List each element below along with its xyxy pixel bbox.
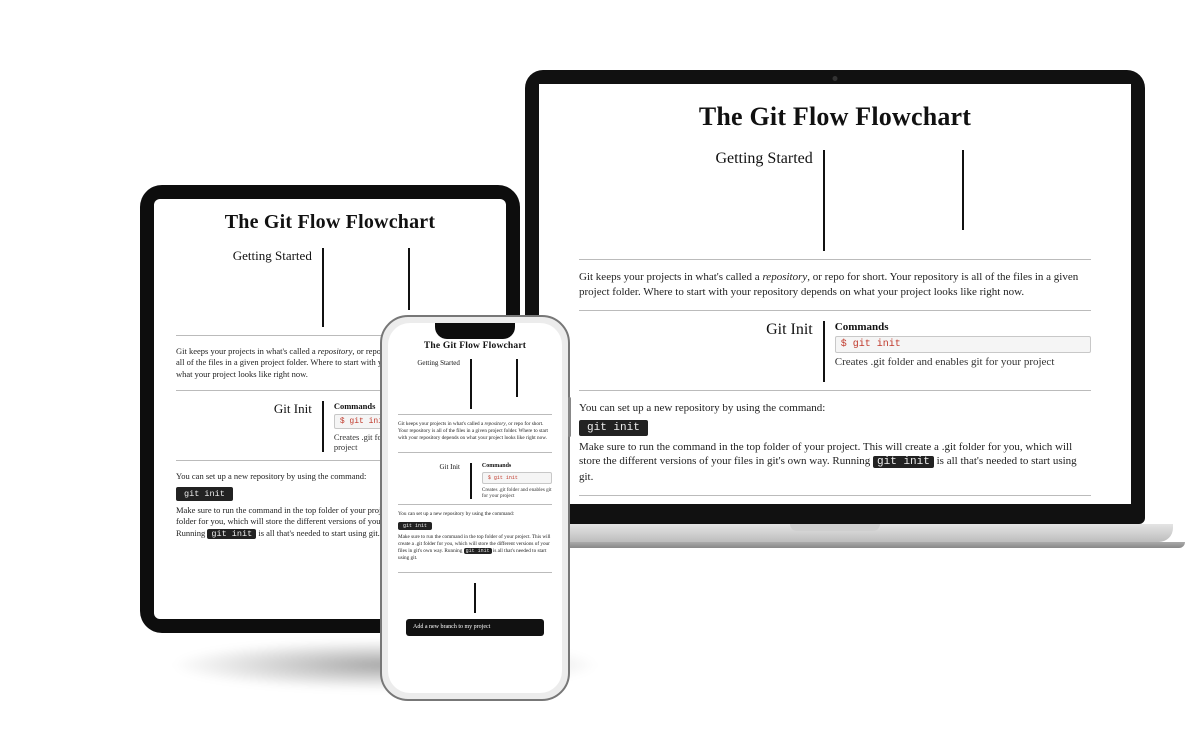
- section-git-init: Git Init Commands $ git init Creates .gi…: [579, 321, 1091, 391]
- laptop-camera: [833, 76, 838, 81]
- code-block: git init: [176, 487, 233, 501]
- command-code: $ git init: [482, 472, 552, 484]
- flow-connector: [962, 150, 964, 230]
- section-heading: Git Init: [176, 401, 324, 452]
- phone-side-button: [568, 397, 571, 437]
- code-block: git init: [579, 420, 648, 436]
- section-heading: Git Init: [579, 321, 825, 382]
- add-branch-button[interactable]: Add a new branch to my project: [406, 619, 544, 636]
- section-getting-started: Getting Started: [398, 359, 552, 415]
- phone-document: The Git Flow Flowchart Getting Started G…: [388, 323, 562, 642]
- intro-paragraph: Git keeps your projects in what's called…: [579, 270, 1091, 300]
- setup-paragraph: Make sure to run the command in the top …: [579, 440, 1091, 486]
- phone-notch: [435, 323, 515, 339]
- setup-lead: You can set up a new repository by using…: [579, 401, 1091, 416]
- divider: [579, 495, 1091, 496]
- section-heading: Getting Started: [398, 359, 472, 409]
- divider: [579, 310, 1091, 311]
- command-description: Creates .git folder and enables git for …: [482, 487, 552, 499]
- flow-connector: [474, 583, 476, 613]
- phone-bezel: The Git Flow Flowchart Getting Started G…: [380, 315, 570, 701]
- intro-paragraph: Git keeps your projects in what's called…: [398, 421, 552, 442]
- code-block: git init: [398, 522, 432, 530]
- laptop-bezel: The Git Flow Flowchart Getting Started G…: [525, 70, 1145, 524]
- flow-connector: [408, 248, 410, 310]
- laptop-foot: [485, 542, 1185, 548]
- flow-connector: [516, 359, 518, 397]
- page-title: The Git Flow Flowchart: [398, 341, 552, 351]
- section-heading: Getting Started: [579, 150, 825, 251]
- commands-header: Commands: [482, 463, 552, 469]
- page-title: The Git Flow Flowchart: [579, 102, 1091, 132]
- commands-header: Commands: [835, 321, 1091, 333]
- command-code: $ git init: [835, 336, 1091, 353]
- section-heading: Getting Started: [176, 248, 324, 327]
- setup-paragraph: Make sure to run the command in the top …: [398, 534, 552, 562]
- laptop-base: [497, 524, 1173, 542]
- section-getting-started: Getting Started: [579, 150, 1091, 260]
- phone-screen: The Git Flow Flowchart Getting Started G…: [388, 323, 562, 693]
- section-git-init: Git Init Commands $ git init Creates .gi…: [398, 463, 552, 505]
- laptop-screen: The Git Flow Flowchart Getting Started G…: [539, 84, 1131, 504]
- command-description: Creates .git folder and enables git for …: [835, 356, 1091, 368]
- divider: [398, 572, 552, 573]
- phone-device: The Git Flow Flowchart Getting Started G…: [380, 315, 570, 701]
- section-heading: Git Init: [398, 463, 472, 499]
- laptop-document: The Git Flow Flowchart Getting Started G…: [539, 84, 1131, 504]
- setup-lead: You can set up a new repository by using…: [398, 511, 552, 518]
- laptop-device: The Git Flow Flowchart Getting Started G…: [525, 70, 1145, 548]
- divider: [398, 452, 552, 453]
- page-title: The Git Flow Flowchart: [176, 211, 484, 234]
